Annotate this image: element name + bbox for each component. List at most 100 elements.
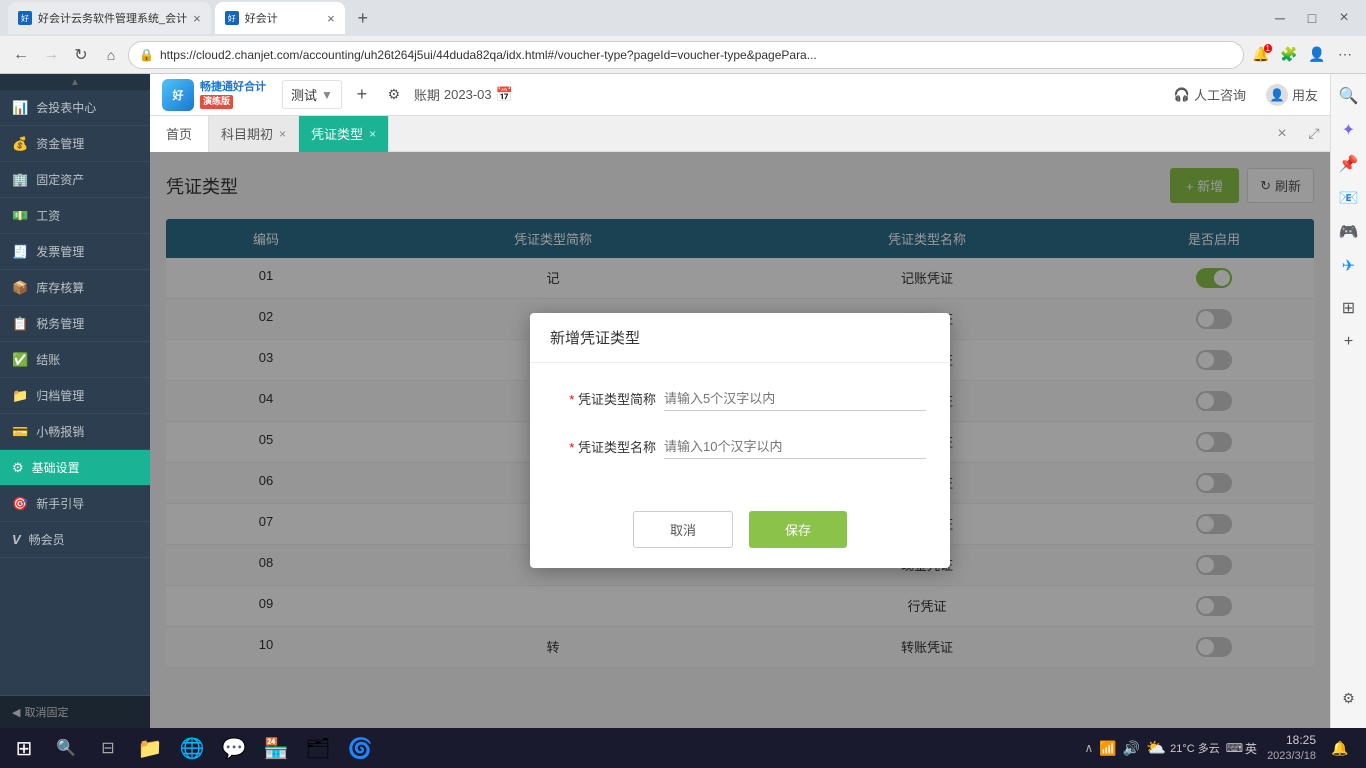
- headset-icon: 🎧: [1174, 87, 1190, 103]
- tab-window-close-button[interactable]: ×: [1266, 118, 1298, 150]
- sidebar-item-invoice[interactable]: 🧾 发票管理: [0, 234, 150, 270]
- close-button[interactable]: ×: [1330, 4, 1358, 32]
- browser-outlook-icon[interactable]: 📧: [1335, 184, 1363, 212]
- settings-icon: ⚙: [12, 460, 24, 476]
- address-bar[interactable]: 🔒 https://cloud2.chanjet.com/accounting/…: [128, 41, 1244, 69]
- sidebar-item-guide[interactable]: 🎯 新手引导: [0, 486, 150, 522]
- cancel-button[interactable]: 取消: [633, 511, 733, 548]
- tab-subjects[interactable]: 科目期初 ×: [209, 116, 299, 152]
- sidebar-item-settings[interactable]: ⚙ 基础设置: [0, 450, 150, 486]
- calendar-icon: 📅: [496, 86, 513, 103]
- notification-button[interactable]: 🔔: [1326, 734, 1354, 762]
- form-row-name: * 凭证类型名称: [554, 435, 926, 459]
- period-info: 账期 2023-03 📅: [414, 85, 513, 104]
- taskbar: ⊞ 🔍 ⊟ 📁 🌐 💬 🏪 🗂 🌀 ∧ 📶 🔊 ⛅ 21°C 多云 ⌨ 英 18…: [0, 728, 1366, 768]
- minimize-button[interactable]: ─: [1266, 4, 1294, 32]
- tab-subjects-label: 科目期初: [221, 124, 273, 143]
- name-input[interactable]: [664, 435, 926, 459]
- sidebar-collapse-button[interactable]: ◀ 取消固定: [0, 695, 150, 728]
- user-avatar-icon: 👤: [1266, 84, 1288, 106]
- clock-date: 2023/3/18: [1267, 749, 1316, 764]
- browser-games-icon[interactable]: 🎮: [1335, 218, 1363, 246]
- browser-menu[interactable]: ⋯: [1332, 42, 1358, 68]
- browser-collections-icon[interactable]: 📌: [1335, 150, 1363, 178]
- new-tab-button[interactable]: +: [349, 4, 377, 32]
- sidebar-scroll-up[interactable]: ▲: [0, 74, 150, 90]
- consult-label: 人工咨询: [1194, 85, 1246, 104]
- browser-profile[interactable]: 👤: [1304, 42, 1330, 68]
- tab-voucher-type[interactable]: 凭证类型 ×: [299, 116, 389, 152]
- chrome-app[interactable]: 🌐: [172, 728, 212, 768]
- expense-label: 小畅报销: [36, 423, 84, 440]
- funds-label: 资金管理: [36, 135, 84, 152]
- browser-feiqiu-icon[interactable]: ✈: [1335, 252, 1363, 280]
- browser-tab[interactable]: 好 好会计云务软件管理系统_会计 ×: [8, 2, 211, 34]
- favorites-icon[interactable]: 🔔1: [1248, 42, 1274, 68]
- start-button[interactable]: ⊞: [4, 728, 44, 768]
- weather-icon: ⛅: [1146, 738, 1166, 758]
- volume-icon[interactable]: 🔊: [1123, 740, 1140, 757]
- abbr-input[interactable]: [664, 387, 926, 411]
- member-label: 畅会员: [29, 531, 65, 548]
- sidebar: ▲ 📊 会投表中心 💰 资金管理 🏢 固定资产 💵 工资 🧾 发票管理 📦 库存…: [0, 74, 150, 728]
- dropdown-arrow-icon: ▼: [321, 88, 333, 102]
- app-name: 畅捷通好合计: [200, 80, 266, 94]
- browser-tab-active[interactable]: 好 好会计 ×: [215, 2, 345, 34]
- user-button[interactable]: 👤 用友: [1266, 84, 1318, 106]
- investments-icon: 📊: [12, 100, 28, 116]
- sidebar-item-fixed-assets[interactable]: 🏢 固定资产: [0, 162, 150, 198]
- browser-copilot-icon[interactable]: ✦: [1335, 116, 1363, 144]
- consult-button[interactable]: 🎧 人工咨询: [1174, 85, 1246, 104]
- archive-icon: 📁: [12, 388, 28, 404]
- tab1-close[interactable]: ×: [193, 11, 201, 26]
- add-company-button[interactable]: +: [350, 83, 374, 107]
- save-button[interactable]: 保存: [749, 511, 847, 548]
- company-name: 测试: [291, 85, 317, 104]
- language-indicator[interactable]: ⌨ 英: [1226, 740, 1257, 757]
- clock[interactable]: 18:25 2023/3/18: [1263, 732, 1320, 764]
- header-settings-button[interactable]: ⚙: [382, 83, 406, 107]
- content-area: 凭证类型 + 新增 ↻ 刷新 编码 凭证类型简称 凭证类型名称 是否启用: [150, 152, 1330, 728]
- files-app[interactable]: 🗂: [298, 728, 338, 768]
- inventory-label: 库存核算: [36, 279, 84, 296]
- edge-app[interactable]: 🌀: [340, 728, 380, 768]
- investments-label: 会投表中心: [36, 99, 96, 116]
- tab-expand-button[interactable]: ⤢: [1298, 118, 1330, 150]
- sidebar-item-member[interactable]: V 畅会员: [0, 522, 150, 558]
- browser-search-icon[interactable]: 🔍: [1335, 82, 1363, 110]
- up-arrow-icon[interactable]: ∧: [1084, 741, 1093, 755]
- forward-button[interactable]: →: [38, 42, 64, 68]
- sidebar-item-archive[interactable]: 📁 归档管理: [0, 378, 150, 414]
- file-explorer-app[interactable]: 📁: [130, 728, 170, 768]
- modal-overlay: 新增凭证类型 * 凭证类型简称: [150, 152, 1330, 728]
- browser-download-icon[interactable]: ⊞: [1335, 294, 1363, 322]
- back-button[interactable]: ←: [8, 42, 34, 68]
- company-selector[interactable]: 测试 ▼: [282, 80, 342, 109]
- wechat-app[interactable]: 💬: [214, 728, 254, 768]
- browser-add-sidebar-icon[interactable]: +: [1335, 328, 1363, 356]
- sidebar-item-investments[interactable]: 📊 会投表中心: [0, 90, 150, 126]
- tab2-close[interactable]: ×: [327, 11, 335, 26]
- tab-home[interactable]: 首页: [150, 116, 209, 152]
- sidebar-item-closing[interactable]: ✅ 结账: [0, 342, 150, 378]
- funds-icon: 💰: [12, 136, 28, 152]
- sidebar-item-funds[interactable]: 💰 资金管理: [0, 126, 150, 162]
- browser-sidebar-settings-icon[interactable]: ⚙: [1335, 684, 1363, 712]
- store-app[interactable]: 🏪: [256, 728, 296, 768]
- home-button[interactable]: ⌂: [98, 42, 124, 68]
- search-button[interactable]: 🔍: [46, 728, 86, 768]
- tab-subjects-close-icon[interactable]: ×: [279, 127, 286, 141]
- maximize-button[interactable]: □: [1298, 4, 1326, 32]
- extensions-icon[interactable]: 🧩: [1276, 42, 1302, 68]
- lock-icon: 🔒: [139, 48, 154, 62]
- tab-voucher-close-icon[interactable]: ×: [369, 127, 376, 141]
- clock-time: 18:25: [1267, 732, 1316, 749]
- network-icon[interactable]: 📶: [1099, 740, 1116, 757]
- sidebar-item-inventory[interactable]: 📦 库存核算: [0, 270, 150, 306]
- task-view-button[interactable]: ⊟: [88, 728, 128, 768]
- refresh-button[interactable]: ↻: [68, 42, 94, 68]
- sidebar-item-salary[interactable]: 💵 工资: [0, 198, 150, 234]
- sidebar-item-tax[interactable]: 📋 税务管理: [0, 306, 150, 342]
- sidebar-item-expense[interactable]: 💳 小畅报销: [0, 414, 150, 450]
- weather-temp: 21°C 多云: [1170, 740, 1220, 756]
